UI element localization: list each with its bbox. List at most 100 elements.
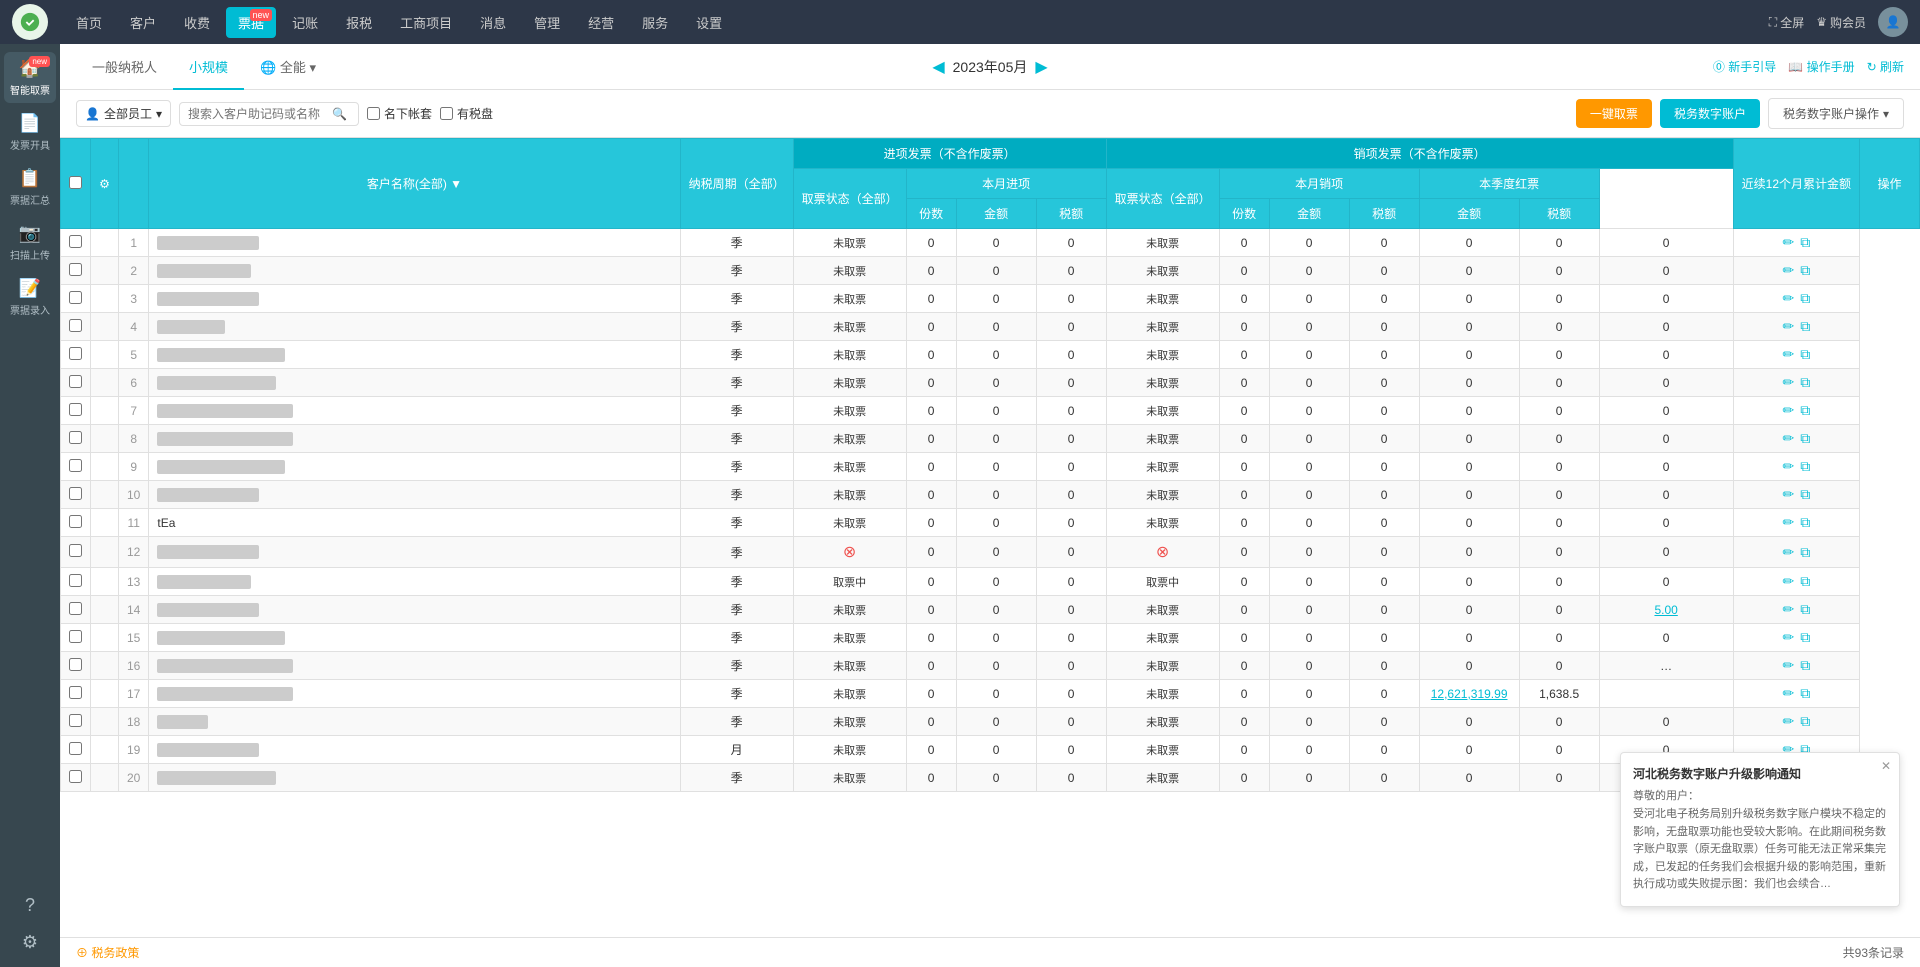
edit-icon[interactable]: ✏ [1782,713,1794,730]
row-checkbox[interactable] [69,319,82,332]
edit-icon[interactable]: ✏ [1782,458,1794,475]
row-checkbox[interactable] [69,574,82,587]
row-checkbox[interactable] [69,263,82,276]
row-checkbox[interactable] [69,515,82,528]
copy-icon[interactable]: ⧉ [1800,713,1810,730]
edit-icon[interactable]: ✏ [1782,374,1794,391]
edit-icon[interactable]: ✏ [1782,402,1794,419]
edit-icon[interactable]: ✏ [1782,601,1794,618]
refresh-link[interactable]: ↻ 刷新 [1867,58,1904,75]
nav-fee[interactable]: 收费 [172,7,222,38]
nav-service[interactable]: 服务 [630,7,680,38]
copy-icon[interactable]: ⧉ [1800,290,1810,307]
out-status-badge: 未取票 [1146,490,1179,502]
edit-icon[interactable]: ✏ [1782,346,1794,363]
manual-link[interactable]: 📖 操作手册 [1788,58,1854,75]
sidebar-settings[interactable]: ⚙ [4,926,56,959]
vip-tool[interactable]: ♛ 购会员 [1816,14,1866,31]
search-box[interactable]: 🔍 [179,102,359,126]
row-checkbox[interactable] [69,544,82,557]
edit-icon[interactable]: ✏ [1782,514,1794,531]
sidebar-item-invoice-summary[interactable]: 📋 票据汇总 [4,162,56,213]
nav-home[interactable]: 首页 [64,7,114,38]
nav-business[interactable]: 工商项目 [388,7,464,38]
edit-icon[interactable]: ✏ [1782,430,1794,447]
copy-icon[interactable]: ⧉ [1800,573,1810,590]
select-all-checkbox[interactable] [69,176,82,189]
tab-small[interactable]: 小规模 [173,45,244,90]
edit-icon[interactable]: ✏ [1782,486,1794,503]
copy-icon[interactable]: ⧉ [1800,402,1810,419]
nav-manage[interactable]: 管理 [522,7,572,38]
row-checkbox[interactable] [69,431,82,444]
row-checkbox[interactable] [69,235,82,248]
row-checkbox[interactable] [69,487,82,500]
account-checkbox[interactable] [367,107,380,120]
row-checkbox[interactable] [69,658,82,671]
copy-icon[interactable]: ⧉ [1800,262,1810,279]
nav-accounting[interactable]: 记账 [280,7,330,38]
employee-select[interactable]: 👤 全部员工 ▾ [76,100,171,127]
edit-icon[interactable]: ✏ [1782,544,1794,561]
tab-general[interactable]: 一般纳税人 [76,45,173,90]
sidebar-item-scan-upload[interactable]: 📷 扫描上传 [4,217,56,268]
row-checkbox[interactable] [69,686,82,699]
copy-icon[interactable]: ⧉ [1800,514,1810,531]
next-period-btn[interactable]: ▶ [1035,57,1047,77]
one-click-fetch-btn[interactable]: 一键取票 [1576,99,1652,128]
nav-tax[interactable]: 报税 [334,7,384,38]
fullscreen-tool[interactable]: ⛶ 全屏 [1769,14,1804,31]
edit-icon[interactable]: ✏ [1782,290,1794,307]
row-checkbox[interactable] [69,630,82,643]
edit-icon[interactable]: ✏ [1782,573,1794,590]
row-checkbox[interactable] [69,459,82,472]
copy-icon[interactable]: ⧉ [1800,629,1810,646]
copy-icon[interactable]: ⧉ [1800,601,1810,618]
copy-icon[interactable]: ⧉ [1800,234,1810,251]
nav-operation[interactable]: 经营 [576,7,626,38]
sidebar-item-smart-ticket[interactable]: new 🏠 智能取票 [4,52,56,103]
row-checkbox[interactable] [69,742,82,755]
edit-icon[interactable]: ✏ [1782,262,1794,279]
checkbox-tax-device[interactable]: 有税盘 [440,105,493,122]
edit-icon[interactable]: ✏ [1782,629,1794,646]
copy-icon[interactable]: ⧉ [1800,486,1810,503]
edit-icon[interactable]: ✏ [1782,657,1794,674]
tax-account-btn[interactable]: 税务数字账户 [1660,99,1760,128]
tax-device-checkbox[interactable] [440,107,453,120]
sidebar-help[interactable]: ? [4,889,56,922]
row-checkbox[interactable] [69,347,82,360]
edit-icon[interactable]: ✏ [1782,318,1794,335]
copy-icon[interactable]: ⧉ [1800,685,1810,702]
notification-close-btn[interactable]: ✕ [1881,759,1891,773]
avatar[interactable]: 👤 [1878,7,1908,37]
row-checkbox[interactable] [69,770,82,783]
copy-icon[interactable]: ⧉ [1800,544,1810,561]
nav-invoice[interactable]: 票据 new [226,7,276,38]
new-guide-link[interactable]: ⓪ 新手引导 [1713,58,1776,75]
nav-message[interactable]: 消息 [468,7,518,38]
prev-period-btn[interactable]: ◀ [932,57,944,77]
edit-icon[interactable]: ✏ [1782,234,1794,251]
sidebar-item-open-invoice[interactable]: 📄 发票开具 [4,107,56,158]
copy-icon[interactable]: ⧉ [1800,430,1810,447]
sidebar-item-invoice-entry[interactable]: 📝 票据录入 [4,272,56,323]
row-checkbox[interactable] [69,403,82,416]
copy-icon[interactable]: ⧉ [1800,458,1810,475]
copy-icon[interactable]: ⧉ [1800,346,1810,363]
nav-customer[interactable]: 客户 [118,7,168,38]
row-checkbox[interactable] [69,714,82,727]
checkbox-account[interactable]: 名下帐套 [367,105,432,122]
copy-icon[interactable]: ⧉ [1800,657,1810,674]
tax-account-op-btn[interactable]: 税务数字账户操作 ▾ [1768,98,1904,129]
row-checkbox[interactable] [69,602,82,615]
copy-icon[interactable]: ⧉ [1800,318,1810,335]
copy-icon[interactable]: ⧉ [1800,374,1810,391]
row-checkbox[interactable] [69,375,82,388]
row-checkbox[interactable] [69,291,82,304]
search-input[interactable] [188,107,328,121]
nav-settings[interactable]: 设置 [684,7,734,38]
edit-icon[interactable]: ✏ [1782,685,1794,702]
tax-policy-link[interactable]: ⊕ 税务政策 [76,944,139,961]
tab-all[interactable]: 🌐 全能 ▾ [244,45,332,90]
